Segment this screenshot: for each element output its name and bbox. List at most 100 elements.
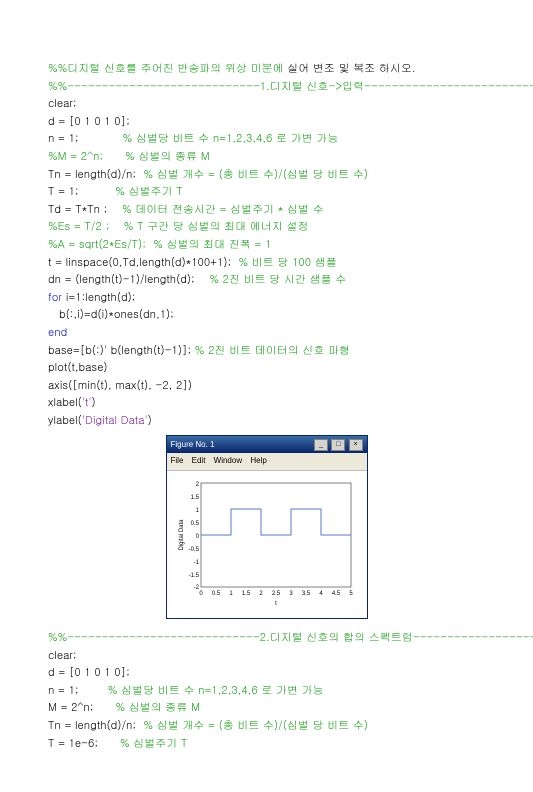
code-ylabel: ylabel('Digital Data')	[48, 412, 485, 430]
code-Es-code: %Es = T/2 ;	[48, 219, 109, 234]
ytick: 1	[195, 508, 199, 514]
ylabel-end: )	[148, 413, 152, 428]
code-end: end	[48, 324, 485, 342]
xtick: 2.5	[271, 591, 280, 597]
code-t: t = linspace(0,Td,length(d)*100+1); % 비트…	[48, 254, 485, 272]
code-Tn-code: Tn = length(d)/n;	[48, 167, 136, 182]
code-t-comment: % 비트 당 100 샘플	[231, 255, 337, 270]
code-Es-comment: % T 구간 당 심벌의 최대 에너지 설정	[109, 219, 308, 234]
figure-title: Figure No. 1	[171, 439, 215, 452]
code-base-comment: % 2진 비트 데이터의 신호 파형	[191, 343, 350, 358]
code-t-code: t = linspace(0,Td,length(d)*100+1);	[48, 255, 231, 270]
code-xlabel: xlabel('t')	[48, 394, 485, 412]
s2-Tn-code: Tn = length(d)/n;	[48, 718, 136, 733]
s2-n-comment: % 심벌당 비트 수 n=1,2,3,4,6 로 가변 가능	[79, 683, 324, 698]
plot-xlabel: t	[275, 601, 277, 607]
ylabel-str: 'Digital Data'	[82, 413, 148, 428]
menu-file[interactable]: File	[171, 456, 184, 465]
ytick: -1.5	[188, 573, 199, 579]
code-Td: Td = T*Tn ; % 데이터 전송시간 = 심벌주기 * 심벌 수	[48, 201, 485, 219]
ytick: 0.5	[190, 521, 199, 527]
menu-edit[interactable]: Edit	[192, 456, 206, 465]
figure-titlebar: Figure No. 1 _ □ ×	[167, 436, 367, 453]
code-for: for i=1:length(d);	[48, 289, 485, 307]
menu-window[interactable]: Window	[214, 456, 242, 465]
xtick: 1.5	[241, 591, 250, 597]
figure-window: Figure No. 1 _ □ × File Edit Window Help	[166, 435, 368, 619]
menu-help[interactable]: Help	[250, 456, 266, 465]
code-n-code: n = 1;	[48, 131, 79, 146]
plot-ylabel: Digital Data	[179, 519, 185, 551]
code-base: base=[b(:)' b(length(t)-1)]; % 2진 비트 데이터…	[48, 342, 485, 360]
xtick: 0.5	[211, 591, 220, 597]
code-A-code: %A = sqrt(2*Es/T);	[48, 237, 146, 252]
code-Tn-comment: % 심벌 개수 = (총 비트 수)/(심벌 당 비트 수)	[136, 167, 368, 182]
xtick: 5	[349, 591, 353, 597]
code-Td-code: Td = T*Tn ;	[48, 202, 107, 217]
code-dn: dn = (length(t)-1)/length(d); % 2진 비트 당 …	[48, 271, 485, 289]
header-rest: 실어 변조 및 복조 하시오.	[284, 61, 416, 76]
ytick: -0.5	[188, 547, 199, 553]
s2-M-comment: % 심벌의 종류 M	[93, 700, 200, 715]
document-page: %%디지털 신호를 주어진 반송파의 위상 미분에 실어 변조 및 복조 하시오…	[0, 0, 533, 792]
header-line: %%디지털 신호를 주어진 반송파의 위상 미분에 실어 변조 및 복조 하시오…	[48, 60, 485, 78]
code-plot: plot(t,base)	[48, 359, 485, 377]
s2-clear: clear;	[48, 647, 485, 665]
maximize-icon[interactable]: □	[331, 439, 345, 451]
code-M-comment: % 심벌의 종류 M	[103, 149, 210, 164]
minimize-icon[interactable]: _	[314, 439, 328, 451]
code-Tn: Tn = length(d)/n; % 심벌 개수 = (총 비트 수)/(심벌…	[48, 166, 485, 184]
close-icon[interactable]: ×	[349, 439, 363, 451]
code-n: n = 1; % 심벌당 비트 수 n=1,2,3,4,6 로 가변 가능	[48, 130, 485, 148]
figure-wrap: Figure No. 1 _ □ × File Edit Window Help	[48, 435, 485, 619]
code-A: %A = sqrt(2*Es/T); % 심벌의 최대 진폭 = 1	[48, 236, 485, 254]
code-base-code: base=[b(:)' b(length(t)-1)];	[48, 343, 191, 358]
code-clear: clear;	[48, 95, 485, 113]
s2-Tn-comment: % 심벌 개수 = (총 비트 수)/(심벌 당 비트 수)	[136, 718, 368, 733]
s2-T-code: T = 1e-6;	[48, 736, 98, 751]
s2-n-code: n = 1;	[48, 683, 79, 698]
s2-d: d = [0 1 0 1 0];	[48, 664, 485, 682]
figure-menubar: File Edit Window Help	[167, 453, 367, 471]
ytick: -1	[193, 560, 199, 566]
xtick: 0	[199, 591, 203, 597]
xtick: 3	[289, 591, 293, 597]
code-A-comment: % 심벌의 최대 진폭 = 1	[146, 237, 271, 252]
xlabel-str: 't'	[82, 395, 92, 410]
s2-M: M = 2^n; % 심벌의 종류 M	[48, 699, 485, 717]
code-Td-comment: % 데이터 전송시간 = 심벌주기 * 심벌 수	[107, 202, 323, 217]
figure-body: 2 1.5 1 0.5 0 -0.5 -1 -1.5 -2 0 0.5	[167, 471, 367, 618]
x-tick-labels: 0 0.5 1 1.5 2 2.5 3 3.5 4 4.5 5	[199, 591, 353, 597]
code-M: %M = 2^n; % 심벌의 종류 M	[48, 148, 485, 166]
for-keyword: for	[48, 290, 62, 305]
y-tick-labels: 2 1.5 1 0.5 0 -0.5 -1 -1.5 -2	[188, 482, 199, 591]
xtick: 4.5	[331, 591, 340, 597]
for-cond: i=1:length(d);	[62, 290, 135, 305]
plot-svg: 2 1.5 1 0.5 0 -0.5 -1 -1.5 -2 0 0.5	[173, 477, 359, 607]
code-T: T = 1; % 심벌주기 T	[48, 183, 485, 201]
s2-T: T = 1e-6; % 심벌주기 T	[48, 735, 485, 753]
code-b: b(:,i)=d(i)*ones(dn,1);	[48, 306, 485, 324]
s2-n: n = 1; % 심벌당 비트 수 n=1,2,3,4,6 로 가변 가능	[48, 682, 485, 700]
ytick: 0	[195, 534, 199, 540]
code-n-comment: % 심벌당 비트 수 n=1,2,3,4,6 로 가변 가능	[79, 131, 339, 146]
code-M-code: %M = 2^n;	[48, 149, 103, 164]
section2-divider: %%----------------------------2.디지털 신호의 …	[48, 629, 485, 647]
xtick: 4	[319, 591, 323, 597]
code-dn-comment: % 2진 비트 당 시간 샘플 수	[195, 272, 347, 287]
figure-titlebar-buttons: _ □ ×	[313, 438, 362, 451]
s2-Tn: Tn = length(d)/n; % 심벌 개수 = (총 비트 수)/(심벌…	[48, 717, 485, 735]
section1-divider: %%----------------------------1.디지털 신호->…	[48, 78, 485, 96]
code-d: d = [0 1 0 1 0];	[48, 113, 485, 131]
ytick: 1.5	[190, 495, 199, 501]
s2-T-comment: % 심벌주기 T	[98, 736, 187, 751]
ytick: 2	[195, 482, 199, 488]
ylabel-fn: ylabel(	[48, 413, 82, 428]
xtick: 3.5	[301, 591, 310, 597]
code-T-comment: % 심벌주기 T	[104, 184, 182, 199]
header-prefix: %%디지털 신호를 주어진 반송파의 위상 미분에	[48, 61, 284, 76]
xlabel-fn: xlabel(	[48, 395, 82, 410]
code-dn-code: dn = (length(t)-1)/length(d);	[48, 272, 195, 287]
xtick: 1	[229, 591, 233, 597]
xlabel-end: )	[92, 395, 96, 410]
